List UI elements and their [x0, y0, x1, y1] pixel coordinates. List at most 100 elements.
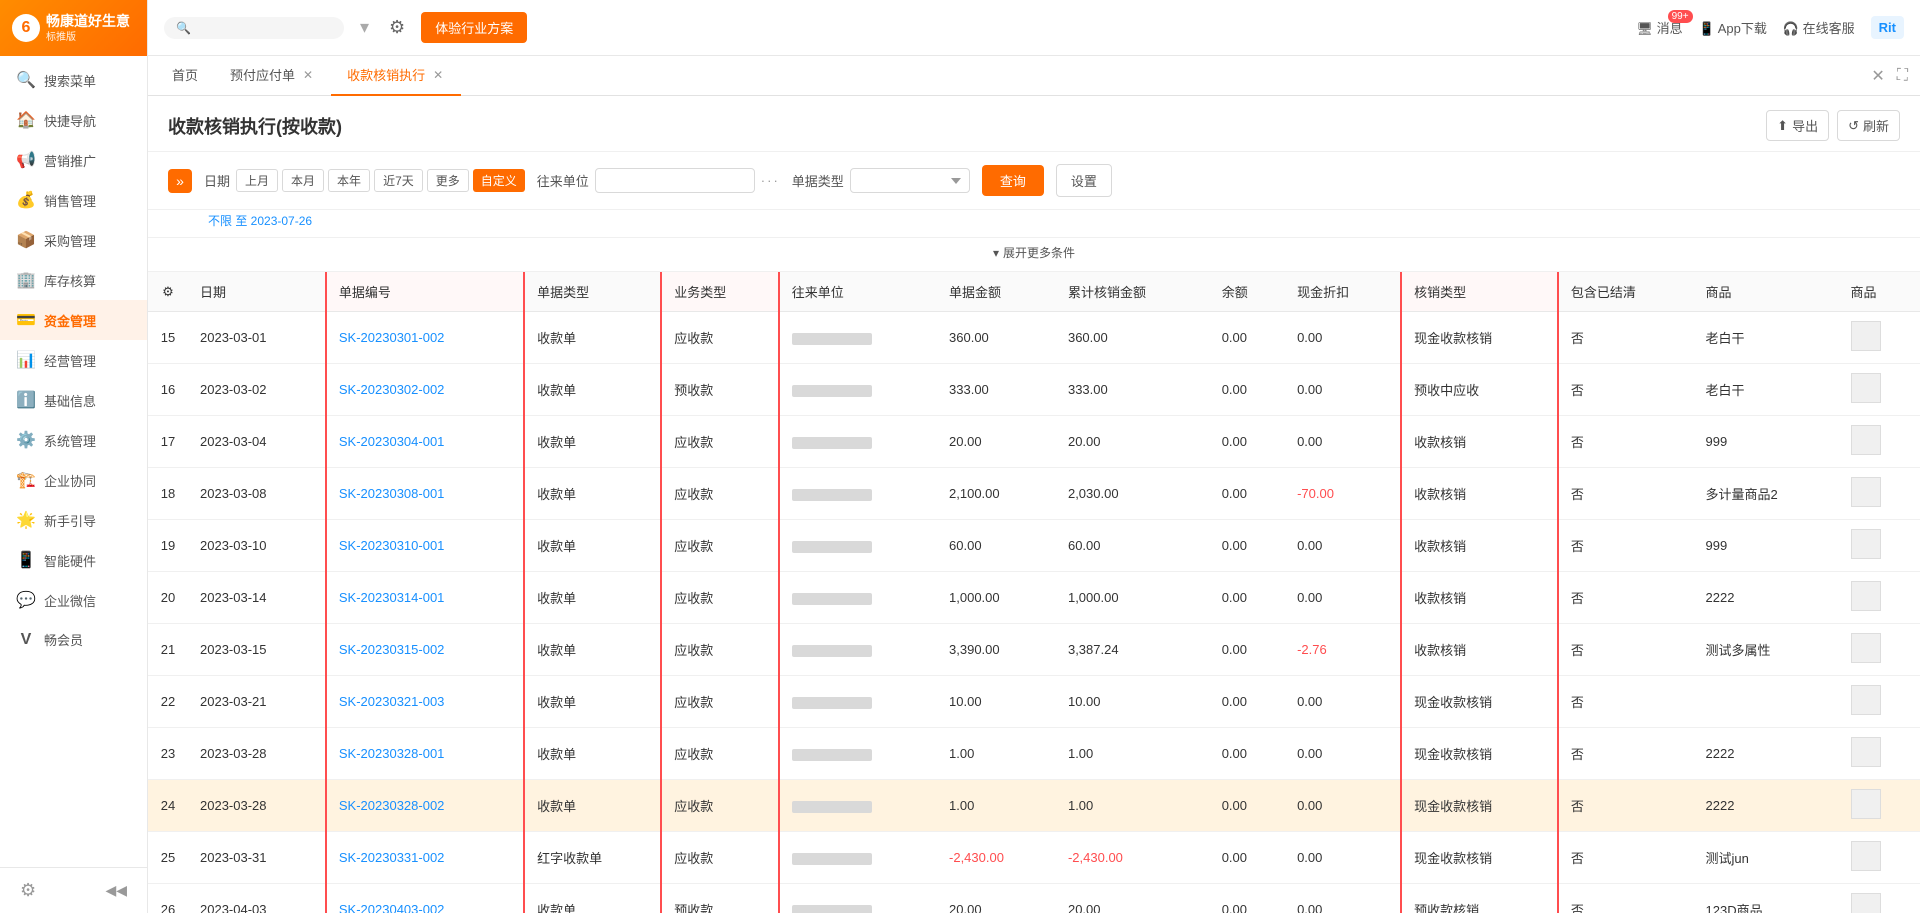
cell-balance: 0.00: [1210, 624, 1285, 676]
cell-partner: [779, 520, 937, 572]
logo-icon: 6: [12, 14, 40, 42]
messages-badge[interactable]: 🖥 消息 99+: [1636, 18, 1682, 37]
filter-btn-last-month[interactable]: 上月: [236, 169, 278, 192]
page-content: 收款核销执行(按收款) ⬆ 导出 ↺ 刷新 » 日期 上月 本月: [148, 96, 1920, 913]
table-scroll[interactable]: ⚙ 日期 单据编号 单据类型 业务类型 往来单位 单据金额 累计核销金额 余额 …: [148, 272, 1920, 913]
sidebar-item-quicknav[interactable]: 🏠 快捷导航: [0, 100, 147, 140]
industry-btn[interactable]: 体验行业方案: [421, 12, 527, 43]
cell-amount: 1,000.00: [937, 572, 1056, 624]
cell-amount: 20.00: [937, 884, 1056, 913]
tab-prepay-close[interactable]: ✕: [301, 68, 315, 82]
tab-collection[interactable]: 收款核销执行 ✕: [331, 56, 461, 96]
tab-home[interactable]: 首页: [156, 56, 214, 96]
online-service[interactable]: 🎧 在线客服: [1783, 18, 1855, 37]
sidebar-sales-label: 销售管理: [44, 191, 96, 210]
filter-toggle-btn[interactable]: »: [168, 169, 192, 193]
user-name[interactable]: Rit: [1871, 16, 1904, 39]
sidebar-item-inventory[interactable]: 🏢 库存核算: [0, 260, 147, 300]
cell-goods2: [1839, 780, 1920, 832]
doc-no-link[interactable]: SK-20230321-003: [339, 694, 445, 709]
cell-seq: 20: [148, 572, 188, 624]
sidebar-item-hardware[interactable]: 📱 智能硬件: [0, 540, 147, 580]
cell-writeoff-type: 收款核销: [1401, 416, 1558, 468]
sidebar-item-guide[interactable]: 🌟 新手引导: [0, 500, 147, 540]
filter-custom-btn[interactable]: 自定义: [473, 169, 525, 192]
filter-btn-this-year[interactable]: 本年: [328, 169, 370, 192]
settings-btn[interactable]: 设置: [1056, 164, 1112, 197]
filter-btn-7days[interactable]: 近7天: [374, 169, 423, 192]
sidebar-item-purchase[interactable]: 📦 采购管理: [0, 220, 147, 260]
cell-seq: 26: [148, 884, 188, 913]
cell-include-settled: 否: [1558, 520, 1694, 572]
cell-partner: [779, 312, 937, 364]
filter-btn-more[interactable]: 更多: [427, 169, 469, 192]
query-btn[interactable]: 查询: [982, 165, 1044, 196]
sidebar-item-member[interactable]: V 畅会员: [0, 620, 147, 659]
topbar-search[interactable]: 🔍: [164, 17, 344, 39]
sidebar-item-system[interactable]: ⚙️ 系统管理: [0, 420, 147, 460]
doc-no-link[interactable]: SK-20230314-001: [339, 590, 445, 605]
cell-goods: 2222: [1694, 780, 1839, 832]
sidebar-item-sales[interactable]: 💰 销售管理: [0, 180, 147, 220]
cell-cash-discount: 0.00: [1285, 364, 1401, 416]
cell-biz-type: 应收款: [661, 468, 779, 520]
doc-no-link[interactable]: SK-20230328-001: [339, 746, 445, 761]
cell-balance: 0.00: [1210, 468, 1285, 520]
filter-date-label: 日期: [204, 171, 230, 190]
partner-input[interactable]: [595, 168, 755, 193]
export-btn[interactable]: ⬆ 导出: [1766, 110, 1829, 141]
doc-no-link[interactable]: SK-20230301-002: [339, 330, 445, 345]
sidebar-item-wechat[interactable]: 💬 企业微信: [0, 580, 147, 620]
doc-no-link[interactable]: SK-20230315-002: [339, 642, 445, 657]
cell-balance: 0.00: [1210, 676, 1285, 728]
doc-no-link[interactable]: SK-20230302-002: [339, 382, 445, 397]
cell-cash-discount: 0.00: [1285, 312, 1401, 364]
topbar-dropdown-btn[interactable]: ▾: [356, 13, 373, 42]
receipt-type-select[interactable]: [850, 168, 970, 193]
app-download[interactable]: 📱 App下载: [1699, 18, 1767, 37]
doc-no-link[interactable]: SK-20230310-001: [339, 538, 445, 553]
cell-biz-type: 应收款: [661, 832, 779, 884]
expand-more-btn[interactable]: ▾ 展开更多条件: [993, 244, 1075, 261]
tabbar-close-btn[interactable]: ✕: [1867, 62, 1888, 90]
doc-no-link[interactable]: SK-20230328-002: [339, 798, 445, 813]
chart-icon: 📊: [16, 350, 36, 370]
sidebar-item-basic[interactable]: ℹ️ 基础信息: [0, 380, 147, 420]
sidebar-collapse-btn[interactable]: ◀◀: [101, 878, 131, 903]
cell-goods: 测试多属性: [1694, 624, 1839, 676]
cell-date: 2023-03-21: [188, 676, 326, 728]
cell-amount: 10.00: [937, 676, 1056, 728]
th-settings[interactable]: ⚙: [148, 272, 188, 312]
sidebar-item-enterprise[interactable]: 🏗️ 企业协同: [0, 460, 147, 500]
export-icon: ⬆: [1777, 118, 1788, 134]
cell-amount: -2,430.00: [937, 832, 1056, 884]
filter-partner-label: 往来单位: [537, 171, 589, 190]
topbar-gear-btn[interactable]: ⚙: [385, 13, 409, 42]
tabbar-expand-btn[interactable]: ⛶: [1893, 62, 1912, 90]
cell-balance: 0.00: [1210, 832, 1285, 884]
sidebar-item-finance[interactable]: 💳 资金管理: [0, 300, 147, 340]
refresh-btn[interactable]: ↺ 刷新: [1837, 110, 1900, 141]
doc-no-link[interactable]: SK-20230331-002: [339, 850, 445, 865]
table-row: 17 2023-03-04 SK-20230304-001 收款单 应收款 20…: [148, 416, 1920, 468]
cell-cash-discount: 0.00: [1285, 884, 1401, 913]
cell-cash-discount: 0.00: [1285, 780, 1401, 832]
refresh-label: 刷新: [1863, 116, 1889, 135]
sidebar-item-search[interactable]: 🔍 搜索菜单: [0, 60, 147, 100]
cell-goods2: [1839, 468, 1920, 520]
doc-no-link[interactable]: SK-20230304-001: [339, 434, 445, 449]
cell-cash-discount: -2.76: [1285, 624, 1401, 676]
cell-doc-type: 收款单: [524, 312, 661, 364]
tab-collection-close[interactable]: ✕: [431, 68, 445, 82]
filter-btn-this-month[interactable]: 本月: [282, 169, 324, 192]
doc-no-link[interactable]: SK-20230308-001: [339, 486, 445, 501]
sidebar-item-operations[interactable]: 📊 经营管理: [0, 340, 147, 380]
th-doc-type: 单据类型: [524, 272, 661, 312]
tab-prepay[interactable]: 预付应付单 ✕: [214, 56, 331, 96]
cell-include-settled: 否: [1558, 832, 1694, 884]
cell-seq: 18: [148, 468, 188, 520]
sidebar-settings-btn[interactable]: ⚙: [16, 876, 40, 905]
logo-sub-text: 标推版: [46, 31, 130, 44]
doc-no-link[interactable]: SK-20230403-002: [339, 902, 445, 913]
sidebar-item-marketing[interactable]: 📢 营销推广: [0, 140, 147, 180]
